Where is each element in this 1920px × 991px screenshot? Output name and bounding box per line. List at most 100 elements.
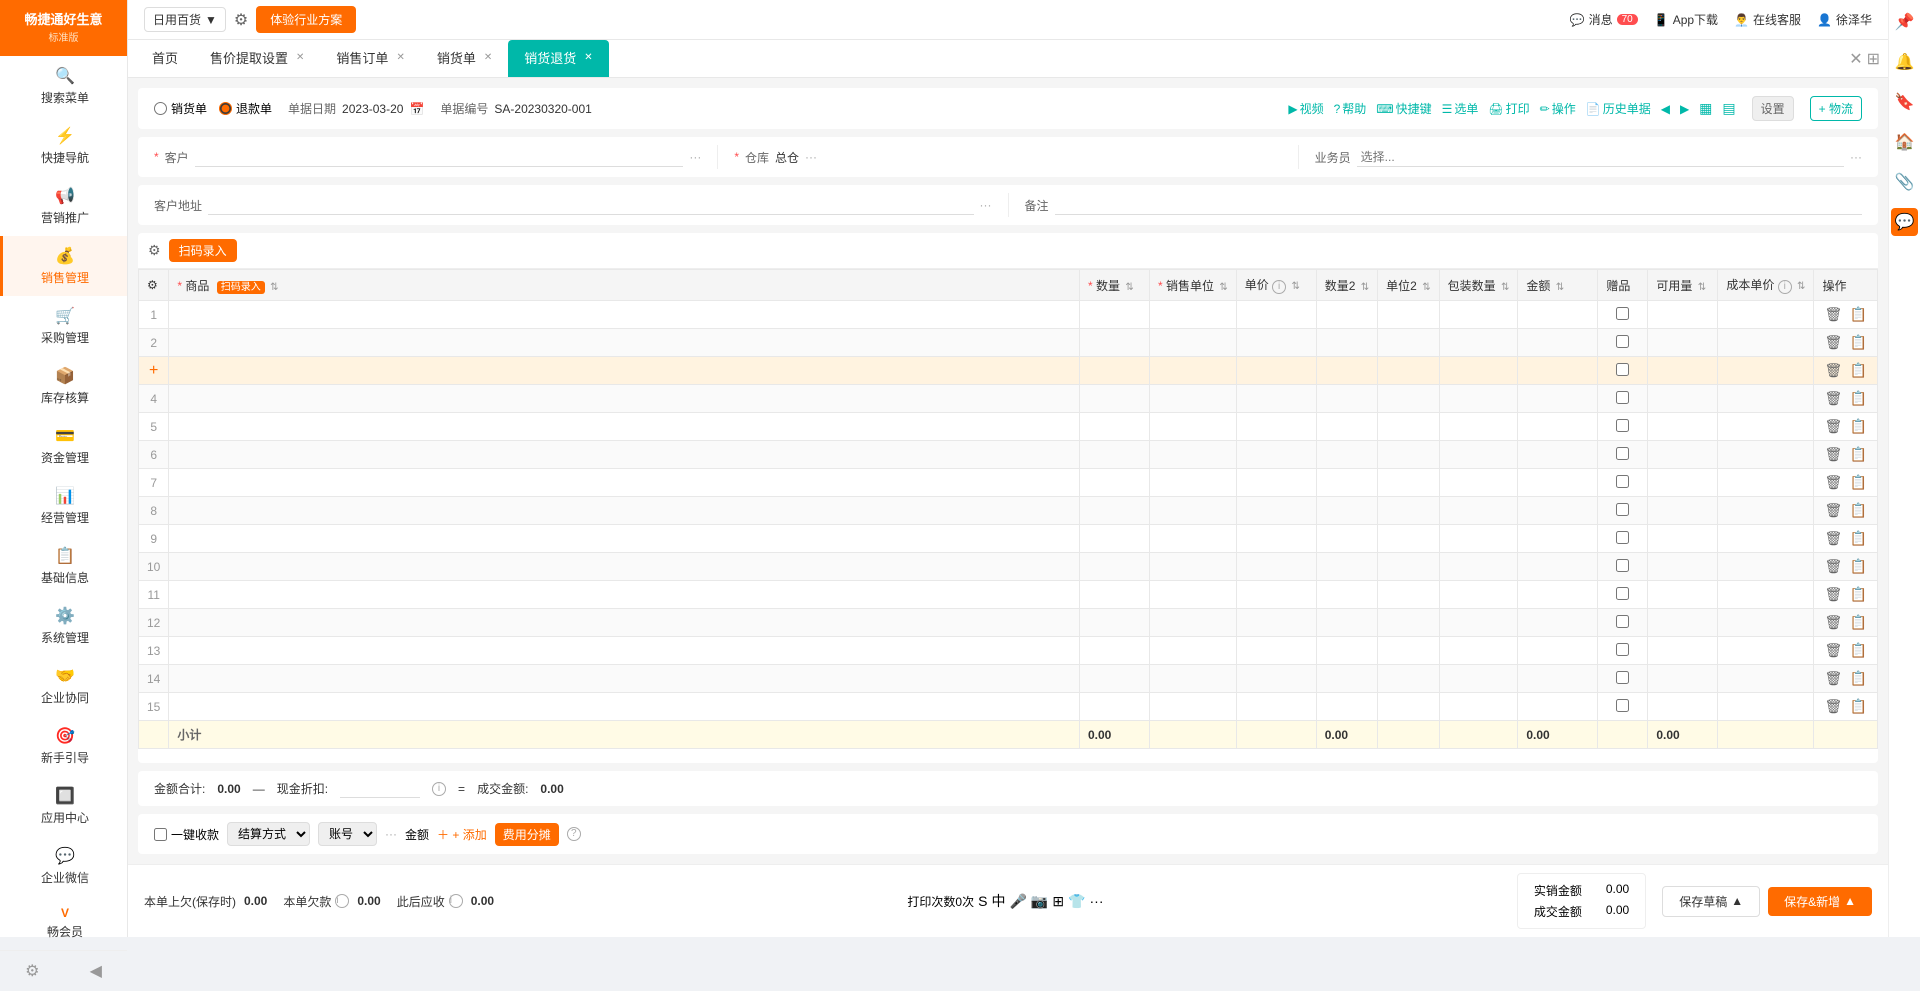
avail-cell-1[interactable] bbox=[1648, 301, 1718, 329]
gift-cell-10[interactable] bbox=[1598, 553, 1648, 581]
delete-row-btn-4[interactable]: 🗑 bbox=[1822, 390, 1844, 407]
unit-cell-2[interactable] bbox=[1149, 329, 1236, 357]
col-unit-sort-icon[interactable]: ⇅ bbox=[1219, 282, 1227, 293]
amount-cell-3[interactable] bbox=[1518, 357, 1598, 385]
copy-row-btn-6[interactable]: 📋 bbox=[1848, 446, 1869, 463]
unit2-cell-5[interactable] bbox=[1378, 413, 1439, 441]
tab-order-close-icon[interactable]: ✕ bbox=[396, 52, 404, 63]
customer-input[interactable] bbox=[195, 148, 684, 167]
qty-input-12[interactable] bbox=[1088, 616, 1141, 630]
pkg-cell-12[interactable] bbox=[1439, 609, 1518, 637]
unit-cell-4[interactable] bbox=[1149, 385, 1236, 413]
action-history[interactable]: 📄 历史单据 bbox=[1586, 100, 1651, 117]
radio-delivery-input[interactable] bbox=[154, 102, 167, 115]
view-list-icon[interactable]: ▦ bbox=[1699, 100, 1712, 117]
qty2-cell-9[interactable] bbox=[1316, 525, 1377, 553]
unit2-cell-1[interactable] bbox=[1378, 301, 1439, 329]
sidebar-item-purchase[interactable]: 🛒 采购管理 bbox=[0, 296, 127, 356]
qty-cell-2[interactable] bbox=[1079, 329, 1149, 357]
gift-checkbox-15[interactable] bbox=[1616, 699, 1629, 712]
radio-return-input[interactable] bbox=[219, 102, 232, 115]
delete-row-btn-12[interactable]: 🗑 bbox=[1822, 614, 1844, 631]
qty-cell-14[interactable] bbox=[1079, 665, 1149, 693]
sidebar-item-newbie[interactable]: 🎯 新手引导 bbox=[0, 716, 127, 776]
action-select[interactable]: ☰ 选单 bbox=[1442, 100, 1479, 117]
qty2-cell-15[interactable] bbox=[1316, 693, 1377, 721]
action-print[interactable]: 🖨 打印 bbox=[1488, 100, 1529, 117]
tshirt-icon[interactable]: 👕 bbox=[1068, 893, 1085, 910]
table-settings-icon[interactable]: ⚙ bbox=[148, 242, 161, 259]
cost-cell-9[interactable] bbox=[1718, 525, 1814, 553]
goods-input-4[interactable] bbox=[177, 392, 1071, 406]
unit-cell-12[interactable] bbox=[1149, 609, 1236, 637]
copy-row-btn-9[interactable]: 📋 bbox=[1848, 530, 1869, 547]
gift-cell-13[interactable] bbox=[1598, 637, 1648, 665]
gift-cell-3[interactable] bbox=[1598, 357, 1648, 385]
one-click-payment-check[interactable]: 一键收款 bbox=[154, 826, 219, 843]
unit2-cell-6[interactable] bbox=[1378, 441, 1439, 469]
copy-row-btn-8[interactable]: 📋 bbox=[1848, 502, 1869, 519]
pkg-cell-10[interactable] bbox=[1439, 553, 1518, 581]
qty2-cell-10[interactable] bbox=[1316, 553, 1377, 581]
col-gear-icon[interactable]: ⚙ bbox=[147, 278, 158, 292]
tab-home[interactable]: 首页 bbox=[136, 40, 194, 77]
goods-cell-1[interactable] bbox=[169, 301, 1080, 329]
cost-cell-6[interactable] bbox=[1718, 441, 1814, 469]
online-service-btn[interactable]: 👨‍💼 在线客服 bbox=[1734, 11, 1801, 28]
maximize-btn[interactable]: ⊞ bbox=[1867, 49, 1880, 69]
goods-input-9[interactable] bbox=[177, 532, 1071, 546]
tab-price-setting[interactable]: 售价提取设置 ✕ bbox=[194, 40, 320, 77]
pkg-cell-13[interactable] bbox=[1439, 637, 1518, 665]
pkg-cell-8[interactable] bbox=[1439, 497, 1518, 525]
avail-cell-11[interactable] bbox=[1648, 581, 1718, 609]
qty-cell-15[interactable] bbox=[1079, 693, 1149, 721]
goods-cell-11[interactable] bbox=[169, 581, 1080, 609]
amount-cell-15[interactable] bbox=[1518, 693, 1598, 721]
goods-cell-13[interactable] bbox=[169, 637, 1080, 665]
goods-input-5[interactable] bbox=[177, 420, 1071, 434]
goods-input-8[interactable] bbox=[177, 504, 1071, 518]
copy-row-btn-11[interactable]: 📋 bbox=[1848, 586, 1869, 603]
unit-cell-5[interactable] bbox=[1149, 413, 1236, 441]
sidebar-item-shortcut[interactable]: ⚡ 快捷导航 bbox=[0, 116, 127, 176]
delete-row-btn-8[interactable]: 🗑 bbox=[1822, 502, 1844, 519]
delete-row-btn-15[interactable]: 🗑 bbox=[1822, 698, 1844, 715]
delete-row-btn-13[interactable]: 🗑 bbox=[1822, 642, 1844, 659]
qty-cell-13[interactable] bbox=[1079, 637, 1149, 665]
delete-row-btn-14[interactable]: 🗑 bbox=[1822, 670, 1844, 687]
salesperson-input[interactable] bbox=[1357, 148, 1844, 167]
price-cell-6[interactable] bbox=[1236, 441, 1316, 469]
unit-cell-14[interactable] bbox=[1149, 665, 1236, 693]
discount-info-icon[interactable]: i bbox=[432, 782, 446, 796]
grid-icon[interactable]: ⊞ bbox=[1052, 893, 1064, 910]
qty-input-10[interactable] bbox=[1088, 560, 1141, 574]
sidebar-item-marketing[interactable]: 📢 营销推广 bbox=[0, 176, 127, 236]
calc-method-select[interactable]: 结算方式 bbox=[227, 822, 310, 846]
gift-cell-11[interactable] bbox=[1598, 581, 1648, 609]
qty-input-9[interactable] bbox=[1088, 532, 1141, 546]
price-cell-8[interactable] bbox=[1236, 497, 1316, 525]
col-cost-sort-icon[interactable]: ⇅ bbox=[1797, 281, 1805, 292]
unit-cell-3[interactable] bbox=[1149, 357, 1236, 385]
tab-price-close-icon[interactable]: ✕ bbox=[296, 52, 304, 63]
cost-cell-12[interactable] bbox=[1718, 609, 1814, 637]
sidebar-item-system[interactable]: ⚙️ 系统管理 bbox=[0, 596, 127, 656]
goods-cell-8[interactable] bbox=[169, 497, 1080, 525]
qty2-cell-14[interactable] bbox=[1316, 665, 1377, 693]
qty-cell-7[interactable] bbox=[1079, 469, 1149, 497]
experience-button[interactable]: 体验行业方案 bbox=[256, 6, 356, 33]
amount-cell-2[interactable] bbox=[1518, 329, 1598, 357]
price-cell-3[interactable] bbox=[1236, 357, 1316, 385]
cost-cell-10[interactable] bbox=[1718, 553, 1814, 581]
radio-return[interactable]: 退款单 bbox=[219, 100, 272, 117]
gift-cell-2[interactable] bbox=[1598, 329, 1648, 357]
scan-button[interactable]: 扫码录入 bbox=[169, 239, 237, 262]
goods-input-6[interactable] bbox=[177, 448, 1071, 462]
col-price-sort-icon[interactable]: ⇅ bbox=[1291, 281, 1299, 292]
amount-cell-4[interactable] bbox=[1518, 385, 1598, 413]
cost-cell-4[interactable] bbox=[1718, 385, 1814, 413]
panel-bell-icon[interactable]: 🔔 bbox=[1891, 48, 1919, 76]
tab-sales-delivery[interactable]: 销货单 ✕ bbox=[421, 40, 508, 77]
user-menu[interactable]: 👤 徐泽华 bbox=[1817, 11, 1872, 28]
gift-checkbox-14[interactable] bbox=[1616, 671, 1629, 684]
